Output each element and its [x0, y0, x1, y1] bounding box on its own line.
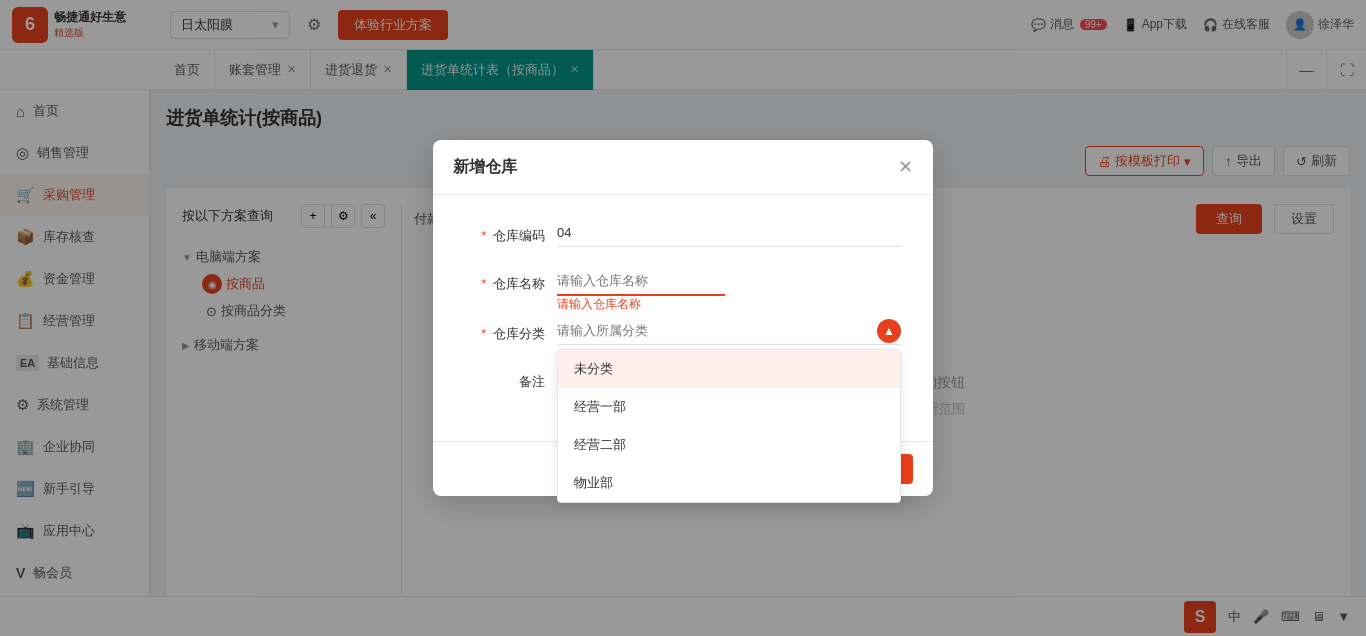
modal-close-button[interactable]: ✕: [898, 156, 913, 178]
form-row-name: * 仓库名称 请输入仓库名称: [465, 267, 901, 313]
warehouse-name-error: 请输入仓库名称: [557, 296, 641, 313]
warehouse-code-label: * 仓库编码: [465, 219, 545, 245]
modal-title: 新增仓库: [453, 157, 517, 178]
dropdown-item-uncategorized[interactable]: 未分类: [558, 350, 900, 388]
dropdown-item-ops2[interactable]: 经营二部: [558, 426, 900, 464]
add-warehouse-modal: 新增仓库 ✕ * 仓库编码 * 仓库名称 请输入仓库名称: [433, 140, 933, 496]
modal-header: 新增仓库 ✕: [433, 140, 933, 195]
category-input[interactable]: [557, 317, 901, 345]
category-arrow-icon[interactable]: ▲: [877, 319, 901, 343]
dropdown-item-ops1[interactable]: 经营一部: [558, 388, 900, 426]
form-row-code: * 仓库编码: [465, 219, 901, 247]
note-label: 备注: [465, 365, 545, 391]
form-row-category: * 仓库分类 ▲ 未分类 经营一部 经营二部: [465, 317, 901, 345]
required-star-category: *: [481, 326, 486, 341]
warehouse-category-label: * 仓库分类: [465, 317, 545, 343]
modal-body: * 仓库编码 * 仓库名称 请输入仓库名称 * 仓库分类: [433, 195, 933, 441]
category-dropdown: 未分类 经营一部 经营二部 物业部: [557, 349, 901, 503]
required-star-name: *: [481, 276, 486, 291]
category-select-wrapper: ▲ 未分类 经营一部 经营二部 物业部: [557, 317, 901, 345]
warehouse-name-input[interactable]: [557, 267, 725, 296]
warehouse-name-label: * 仓库名称: [465, 267, 545, 293]
required-star-code: *: [481, 228, 486, 243]
dropdown-item-property[interactable]: 物业部: [558, 464, 900, 502]
warehouse-code-input[interactable]: [557, 219, 901, 247]
